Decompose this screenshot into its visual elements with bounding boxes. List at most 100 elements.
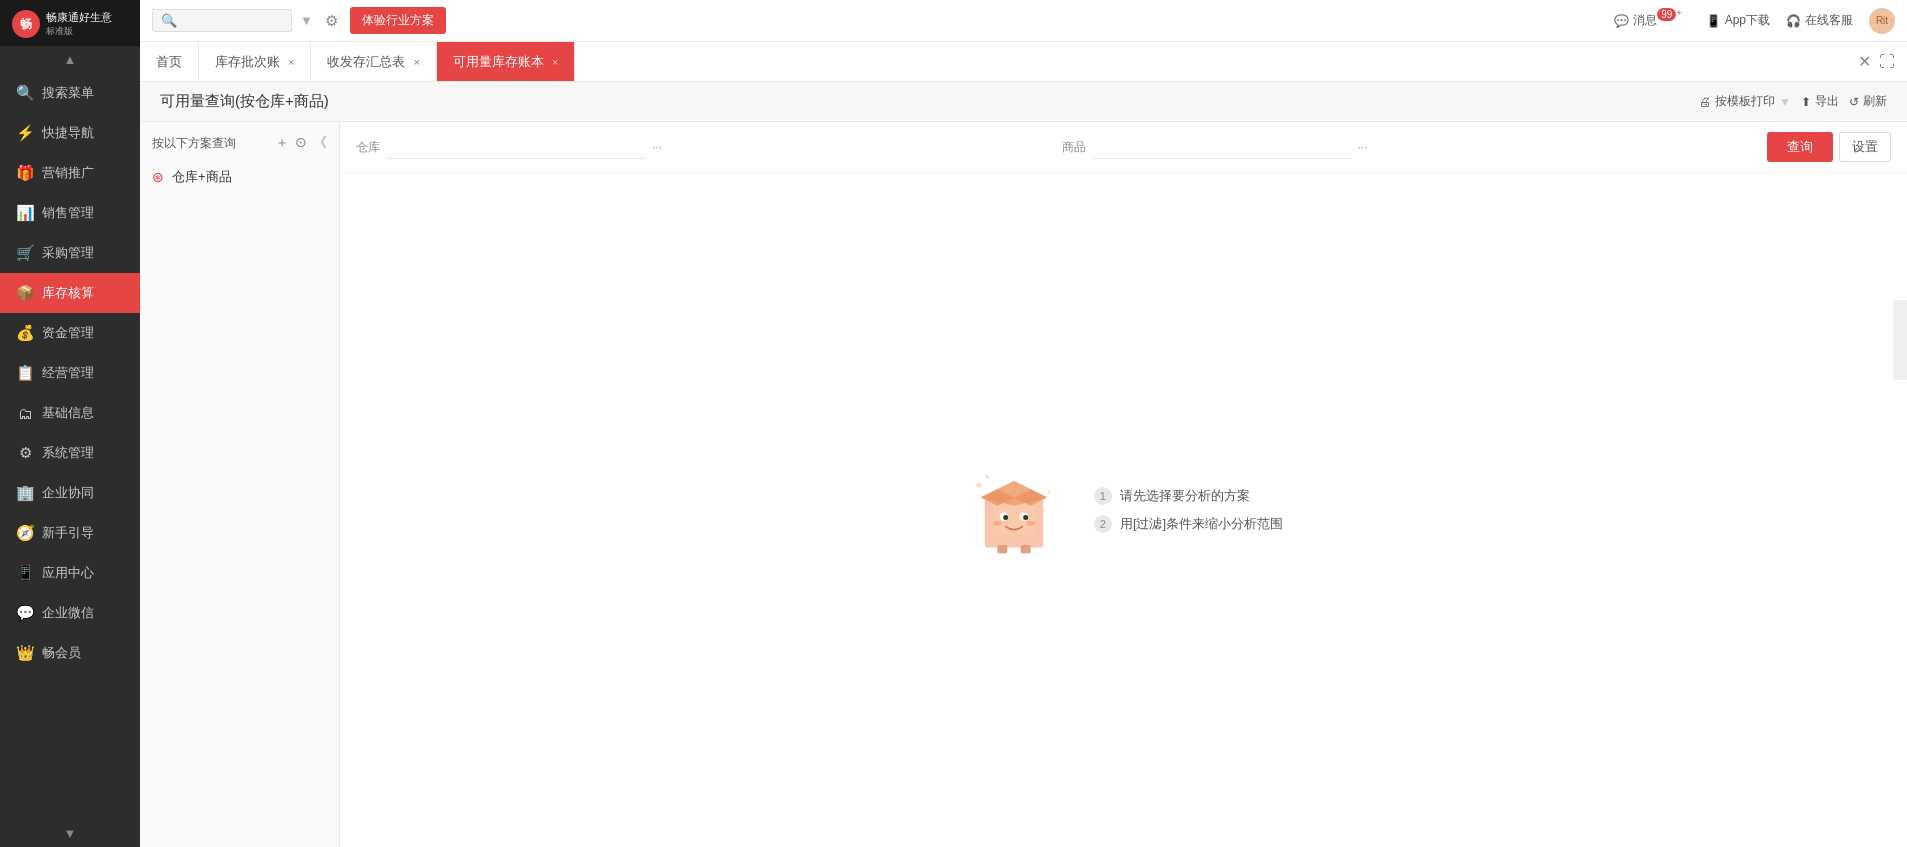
sidebar-item-basic-info[interactable]: 🗂 基础信息 [0,393,140,433]
page-header: 可用量查询(按仓库+商品) 🖨 按模板打印 ▼ ⬆ 导出 ↺ 刷新 [140,82,1907,122]
add-scheme-icon[interactable]: ＋ [275,134,289,152]
sidebar-item-sales[interactable]: 📊销售管理 [0,193,140,233]
sidebar-scroll-up[interactable]: ▲ [0,46,140,73]
svg-point-13 [976,483,981,488]
tab-label: 可用量库存账本 [453,53,544,71]
marketing-icon: 🎁 [16,164,34,182]
empty-illustration [964,460,1064,560]
tab-close-icon[interactable]: × [552,56,558,68]
message-button[interactable]: 💬 消息 99 + [1614,12,1689,29]
tab-available-ledger[interactable]: 可用量库存账本 × [437,42,575,81]
member-icon: 👑 [16,644,34,662]
tabbar: 首页 库存批次账 × 收发存汇总表 × 可用量库存账本 × ✕ ⛶ [140,42,1907,82]
industry-solution-button[interactable]: 体验行业方案 [350,7,446,34]
sidebar-scroll-down[interactable]: ▼ [0,820,140,847]
warehouse-label: 仓库 [356,139,380,156]
user-avatar[interactable]: Rit [1869,8,1895,34]
topbar-search-box[interactable]: 🔍 [152,9,292,32]
column-settings-button[interactable]: 设置 [1839,132,1891,162]
export-icon: ⬆ [1801,95,1811,109]
collapse-icon[interactable]: 《 [313,134,327,152]
sidebar-item-enterprise[interactable]: 🏢 企业协同 [0,473,140,513]
sidebar-item-search[interactable]: 🔍 搜索菜单 [0,73,140,113]
scheme-label: 仓库+商品 [172,168,232,186]
warehouse-more-icon[interactable]: ··· [652,140,662,154]
product-more-icon[interactable]: ··· [1358,140,1368,154]
settings-icon[interactable]: ⚙ [321,8,342,34]
tip-text-2: 用[过滤]条件来缩小分析范围 [1120,515,1283,533]
svg-point-15 [986,475,989,478]
filter-panel-header: 按以下方案查询 ＋ ⊙ 《 [140,134,339,160]
quick-nav-icon: ⚡ [16,124,34,142]
sidebar-item-purchase[interactable]: 🛒采购管理 [0,233,140,273]
empty-state-inner: 1 请先选择要分析的方案 2 用[过滤]条件来缩小分析范围 [964,460,1283,560]
operation-icon: 📋 [16,364,34,382]
app-name-block: 畅康通好生意 标准版 [46,10,112,37]
sidebar-item-inventory[interactable]: 📦库存核算 [0,273,140,313]
filter-row: 仓库 ··· 商品 ··· 查询 设置 [340,122,1907,173]
svg-rect-12 [1021,545,1031,553]
sidebar-item-newcomer[interactable]: 🧭新手引导 [0,513,140,553]
empty-tips: 1 请先选择要分析的方案 2 用[过滤]条件来缩小分析范围 [1094,487,1283,533]
search-icon: 🔍 [161,13,177,28]
refresh-icon: ↺ [1849,95,1859,109]
tab-inventory-batch[interactable]: 库存批次账 × [199,42,311,81]
enterprise-icon: 🏢 [16,484,34,502]
sidebar-item-app-center[interactable]: 📱应用中心 [0,553,140,593]
sidebar-item-marketing[interactable]: 🎁 营销推广 [0,153,140,193]
search-icon: 🔍 [16,84,34,102]
sidebar-item-enterprise-wechat[interactable]: 💬企业微信 [0,593,140,633]
warehouse-filter-field: 仓库 ··· [356,136,1046,159]
product-filter-field: 商品 ··· [1062,136,1752,159]
topbar-search-input[interactable] [181,14,271,28]
warehouse-input[interactable] [386,136,646,159]
sidebar-item-label: 基础信息 [42,404,94,422]
sidebar-item-label: 企业协同 [42,484,94,502]
refresh-button[interactable]: ↺ 刷新 [1849,93,1887,110]
tab-home[interactable]: 首页 [140,42,199,81]
message-plus: + [1676,8,1681,18]
app-download-button[interactable]: 📱 App下载 [1706,12,1770,29]
tab-close-all-button[interactable]: ✕ [1858,52,1871,71]
export-button[interactable]: ⬆ 导出 [1801,93,1839,110]
system-icon: ⚙ [16,444,34,462]
tab-close-icon[interactable]: × [413,56,419,68]
basic-info-icon: 🗂 [16,405,34,422]
message-badge: 99 [1657,8,1676,21]
tip-number-1: 1 [1094,487,1112,505]
sidebar-item-label: 搜索菜单 [42,84,94,102]
filter-panel-title: 按以下方案查询 [152,135,236,152]
settings-scheme-icon[interactable]: ⊙ [295,134,307,152]
sidebar-item-finance[interactable]: 💰资金管理 [0,313,140,353]
app-center-icon: 📱 [16,564,34,582]
topbar-dropdown-icon[interactable]: ▼ [300,13,313,28]
svg-point-14 [1047,490,1050,493]
scheme-warehouse-product[interactable]: ⊛ 仓库+商品 [140,160,339,194]
sidebar-item-label: 营销推广 [42,164,94,182]
sidebar-item-label: 畅会员 [42,644,81,662]
print-template-button[interactable]: 🖨 按模板打印 ▼ [1699,93,1791,110]
scheme-icon: ⊛ [152,169,164,185]
app-name: 畅康通好生意 [46,10,112,24]
sidebar-nav: 🔍 搜索菜单 ⚡ 快捷导航 🎁 营销推广 📊销售管理🛒采购管理📦库存核算💰资金管理📋经营管理… [0,73,140,820]
sidebar-item-member[interactable]: 👑 畅会员 [0,633,140,673]
empty-state: 1 请先选择要分析的方案 2 用[过滤]条件来缩小分析范围 [340,173,1907,847]
sidebar-item-label: 快捷导航 [42,124,94,142]
product-input[interactable] [1092,136,1352,159]
tabbar-controls: ✕ ⛶ [1846,42,1907,81]
sidebar-item-operation[interactable]: 📋经营管理 [0,353,140,393]
enterprise-wechat-icon: 💬 [16,604,34,622]
tab-receipt-summary[interactable]: 收发存汇总表 × [311,42,436,81]
print-icon: 🖨 [1699,95,1711,109]
message-icon: 💬 [1614,14,1629,28]
tab-fullscreen-button[interactable]: ⛶ [1879,53,1895,71]
finance-icon: 💰 [16,324,34,342]
query-button[interactable]: 查询 [1767,132,1833,162]
phone-icon: 📱 [1706,14,1721,28]
tab-close-icon[interactable]: × [288,56,294,68]
right-edge-tab[interactable] [1893,300,1907,380]
sidebar-item-system[interactable]: ⚙系统管理 [0,433,140,473]
sidebar-item-quick-nav[interactable]: ⚡ 快捷导航 [0,113,140,153]
online-service-button[interactable]: 🎧 在线客服 [1786,12,1853,29]
svg-point-8 [1023,515,1028,520]
